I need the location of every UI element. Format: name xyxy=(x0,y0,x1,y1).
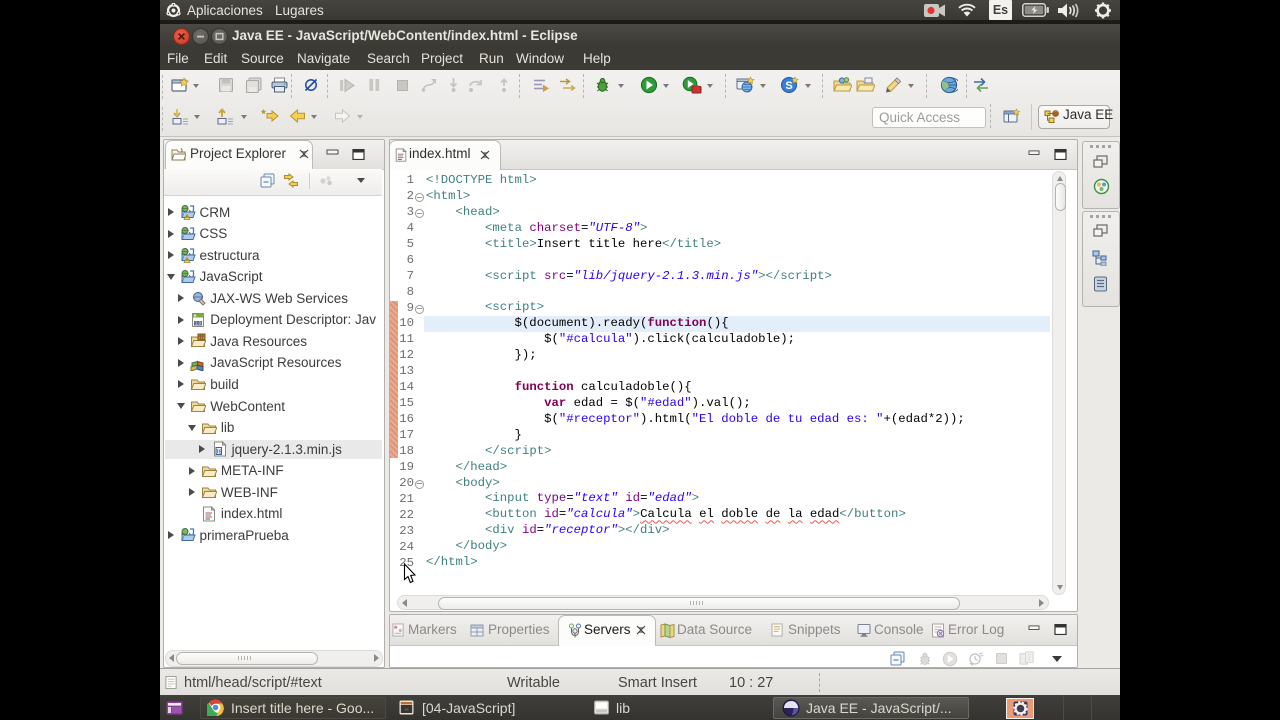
svg-text:S: S xyxy=(785,80,792,92)
